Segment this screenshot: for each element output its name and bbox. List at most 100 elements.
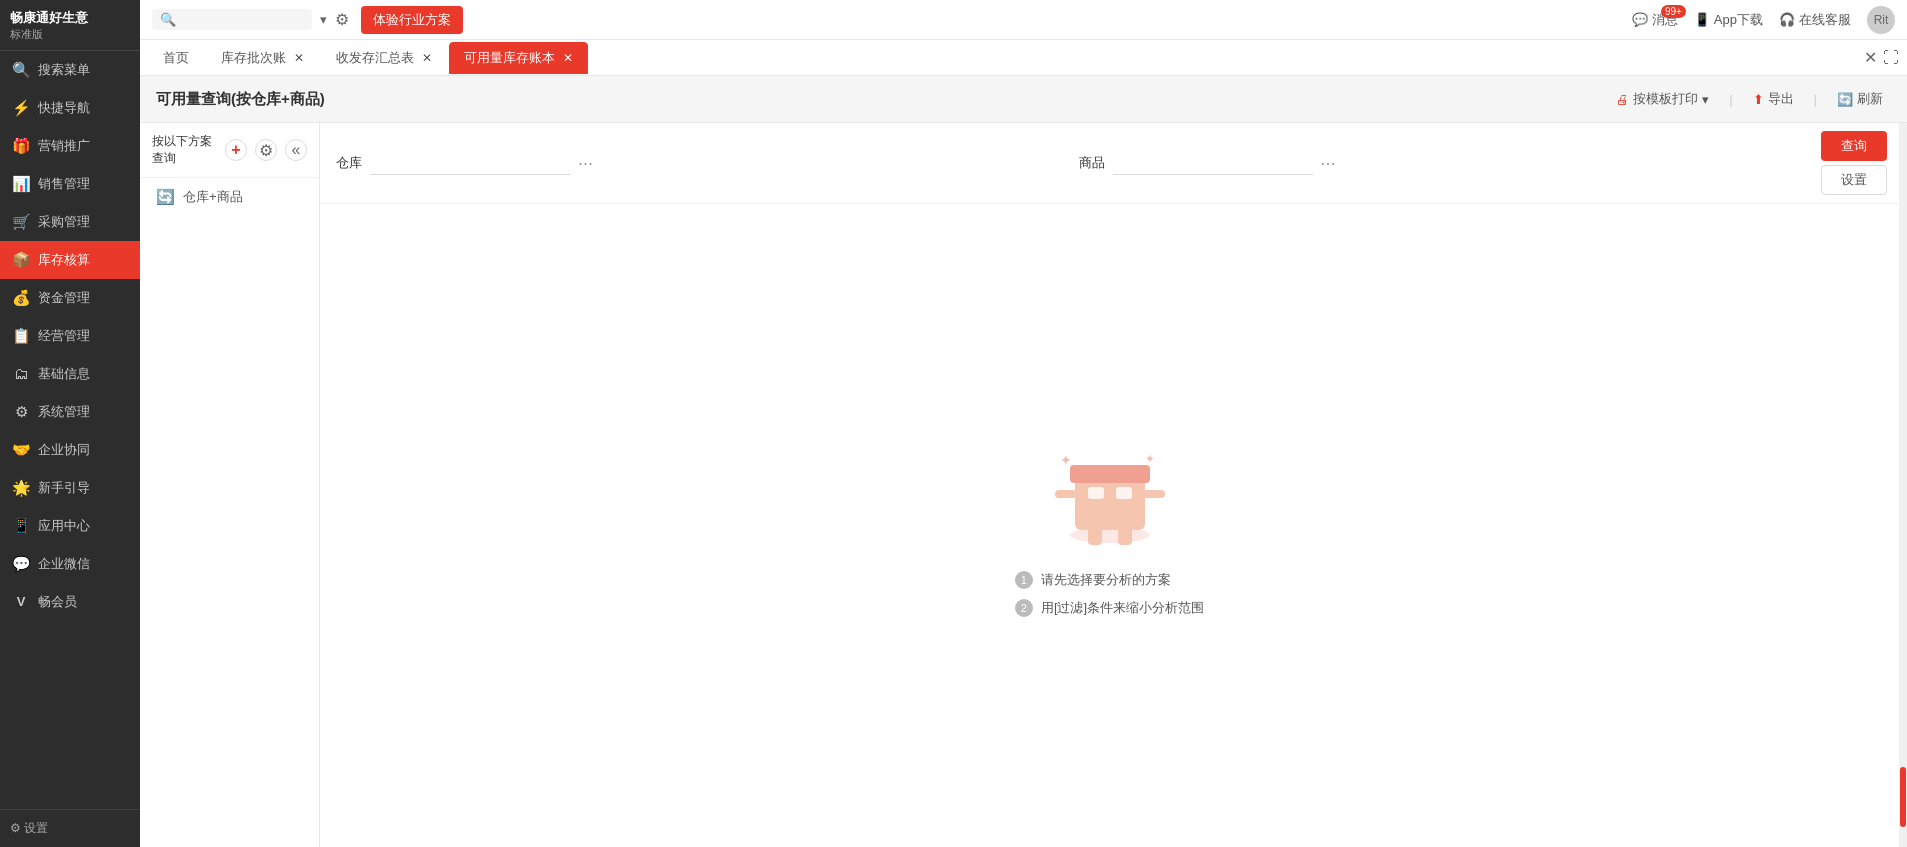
setting-btn[interactable]: 设置 (1821, 165, 1887, 195)
inventory-icon: 📦 (12, 251, 30, 269)
tab-available-close[interactable]: ✕ (563, 51, 573, 65)
right-scrollbar[interactable] (1899, 123, 1907, 847)
tab-batch-close[interactable]: ✕ (294, 51, 304, 65)
enterprise-icon: 🤝 (12, 441, 30, 459)
sidebar-item-basic[interactable]: 🗂 基础信息 (0, 355, 140, 393)
query-area: 仓库 ··· 商品 ··· 查询 设置 (320, 123, 1899, 847)
sidebar-item-search[interactable]: 🔍 搜索菜单 (0, 51, 140, 89)
print-btn[interactable]: 🖨 按模板打印 ▾ (1608, 86, 1717, 112)
online-service-label: 在线客服 (1799, 11, 1851, 29)
message-badge: 99+ (1661, 5, 1686, 18)
goods-filter-input[interactable] (1113, 151, 1313, 175)
query-btn[interactable]: 查询 (1821, 131, 1887, 161)
app-download-icon: 📱 (1694, 12, 1710, 27)
export-btn[interactable]: ⬆ 导出 (1745, 86, 1802, 112)
tab-summary[interactable]: 收发存汇总表 ✕ (321, 42, 447, 74)
sidebar-header: 畅康通好生意 标准版 (0, 0, 140, 51)
topbar: 🔍 ▾ ⚙ 体验行业方案 💬 消息 99+ 📱 App下载 🎧 在线客服 Rit (140, 0, 1907, 40)
scheme-panel: 按以下方案查询 + ⚙ « 🔄 仓库+商品 (140, 123, 320, 847)
avatar-text: Rit (1874, 13, 1889, 27)
refresh-btn[interactable]: 🔄 刷新 (1829, 86, 1891, 112)
sidebar-item-purchase[interactable]: 🛒 采购管理 (0, 203, 140, 241)
svg-rect-1 (1075, 475, 1145, 530)
warehouse-filter-group: 仓库 ··· (336, 151, 1063, 175)
export-icon: ⬆ (1753, 92, 1764, 107)
sidebar-item-guide[interactable]: 🌟 新手引导 (0, 469, 140, 507)
tab-batch[interactable]: 库存批次账 ✕ (206, 42, 319, 74)
trial-btn[interactable]: 体验行业方案 (361, 6, 463, 34)
svg-rect-8 (1118, 527, 1132, 545)
page-actions: 🖨 按模板打印 ▾ | ⬆ 导出 | 🔄 刷新 (1608, 86, 1891, 112)
tab-available[interactable]: 可用量库存账本 ✕ (449, 42, 588, 74)
print-icon: 🖨 (1616, 92, 1629, 107)
sidebar-item-system[interactable]: ⚙ 系统管理 (0, 393, 140, 431)
warehouse-filter-input[interactable] (370, 151, 570, 175)
svg-text:✦: ✦ (1145, 452, 1155, 466)
refresh-label: 刷新 (1857, 90, 1883, 108)
sidebar-item-member[interactable]: V 畅会员 (0, 583, 140, 621)
tip-item-1: 1 请先选择要分析的方案 (1015, 571, 1204, 589)
sidebar-item-operation[interactable]: 📋 经营管理 (0, 317, 140, 355)
scrollbar-handle[interactable] (1900, 767, 1906, 827)
search-icon: 🔍 (12, 61, 30, 79)
tab-fullscreen-icon[interactable]: ⛶ (1883, 49, 1899, 67)
empty-illustration: ✦ ✦ (1050, 435, 1170, 555)
app-name: 畅康通好生意 (10, 10, 130, 27)
sidebar-label-search: 搜索菜单 (38, 61, 90, 79)
tab-home[interactable]: 首页 (148, 42, 204, 74)
sidebar-item-wechat[interactable]: 💬 企业微信 (0, 545, 140, 583)
scheme-settings-btn[interactable]: ⚙ (255, 139, 277, 161)
goods-filter-dots[interactable]: ··· (1321, 153, 1336, 174)
scheme-item-warehouse-goods[interactable]: 🔄 仓库+商品 (140, 178, 319, 216)
online-service-item[interactable]: 🎧 在线客服 (1779, 11, 1851, 29)
scheme-label: 仓库+商品 (183, 188, 243, 206)
user-area[interactable]: Rit (1867, 6, 1895, 34)
sidebar-label-inventory: 库存核算 (38, 251, 90, 269)
tab-summary-close[interactable]: ✕ (422, 51, 432, 65)
main-area: 🔍 ▾ ⚙ 体验行业方案 💬 消息 99+ 📱 App下载 🎧 在线客服 Rit (140, 0, 1907, 847)
warehouse-filter-dots[interactable]: ··· (578, 153, 593, 174)
app-download-item[interactable]: 📱 App下载 (1694, 11, 1763, 29)
page-title: 可用量查询(按仓库+商品) (156, 90, 325, 109)
sidebar-item-finance[interactable]: 💰 资金管理 (0, 279, 140, 317)
wechat-icon: 💬 (12, 555, 30, 573)
sidebar-label-wechat: 企业微信 (38, 555, 90, 573)
tab-close-all-icon[interactable]: ✕ (1864, 48, 1877, 67)
empty-tips: 1 请先选择要分析的方案 2 用[过滤]条件来缩小分析范围 (1015, 571, 1204, 617)
sidebar-label-basic: 基础信息 (38, 365, 90, 383)
sidebar-item-inventory[interactable]: 📦 库存核算 (0, 241, 140, 279)
tip-text-1: 请先选择要分析的方案 (1041, 571, 1171, 589)
system-icon: ⚙ (12, 403, 30, 421)
sidebar-item-appcenter[interactable]: 📱 应用中心 (0, 507, 140, 545)
svg-rect-5 (1055, 490, 1077, 498)
sidebar-item-sales[interactable]: 📊 销售管理 (0, 165, 140, 203)
svg-text:✦: ✦ (1060, 452, 1072, 468)
query-buttons: 查询 设置 (1821, 123, 1899, 203)
sidebar-item-enterprise[interactable]: 🤝 企业协同 (0, 431, 140, 469)
topbar-search-icon: 🔍 (160, 12, 176, 27)
svg-rect-2 (1070, 465, 1150, 483)
sidebar-item-marketing[interactable]: 🎁 营销推广 (0, 127, 140, 165)
sidebar-item-shortcut[interactable]: ⚡ 快捷导航 (0, 89, 140, 127)
topbar-search-input[interactable] (182, 13, 292, 27)
operation-icon: 📋 (12, 327, 30, 345)
topbar-gear-icon[interactable]: ⚙ (335, 10, 349, 29)
message-item[interactable]: 💬 消息 99+ (1632, 11, 1678, 29)
warehouse-filter-label: 仓库 (336, 154, 362, 172)
topbar-search-area[interactable]: 🔍 (152, 9, 312, 30)
scheme-collapse-btn[interactable]: « (285, 139, 307, 161)
scheme-add-btn[interactable]: + (225, 139, 247, 161)
sidebar-label-operation: 经营管理 (38, 327, 90, 345)
sidebar-label-marketing: 营销推广 (38, 137, 90, 155)
goods-filter-group: 商品 ··· (1079, 151, 1806, 175)
headset-icon: 🎧 (1779, 12, 1795, 27)
tab-batch-label: 库存批次账 (221, 49, 286, 67)
basic-icon: 🗂 (12, 365, 30, 382)
svg-rect-6 (1143, 490, 1165, 498)
sidebar-footer[interactable]: ⚙ 设置 (0, 809, 140, 847)
empty-state: ✦ ✦ 1 请先选择要分析的方案 2 用[过滤]条件来缩小分析范围 (320, 204, 1899, 847)
sidebar-scroll: 🔍 搜索菜单 ⚡ 快捷导航 🎁 营销推广 📊 销售管理 🛒 采购管理 📦 库存核… (0, 51, 140, 809)
topbar-dropdown-icon[interactable]: ▾ (320, 12, 327, 27)
tab-home-label: 首页 (163, 49, 189, 67)
tip-num-2: 2 (1015, 599, 1033, 617)
